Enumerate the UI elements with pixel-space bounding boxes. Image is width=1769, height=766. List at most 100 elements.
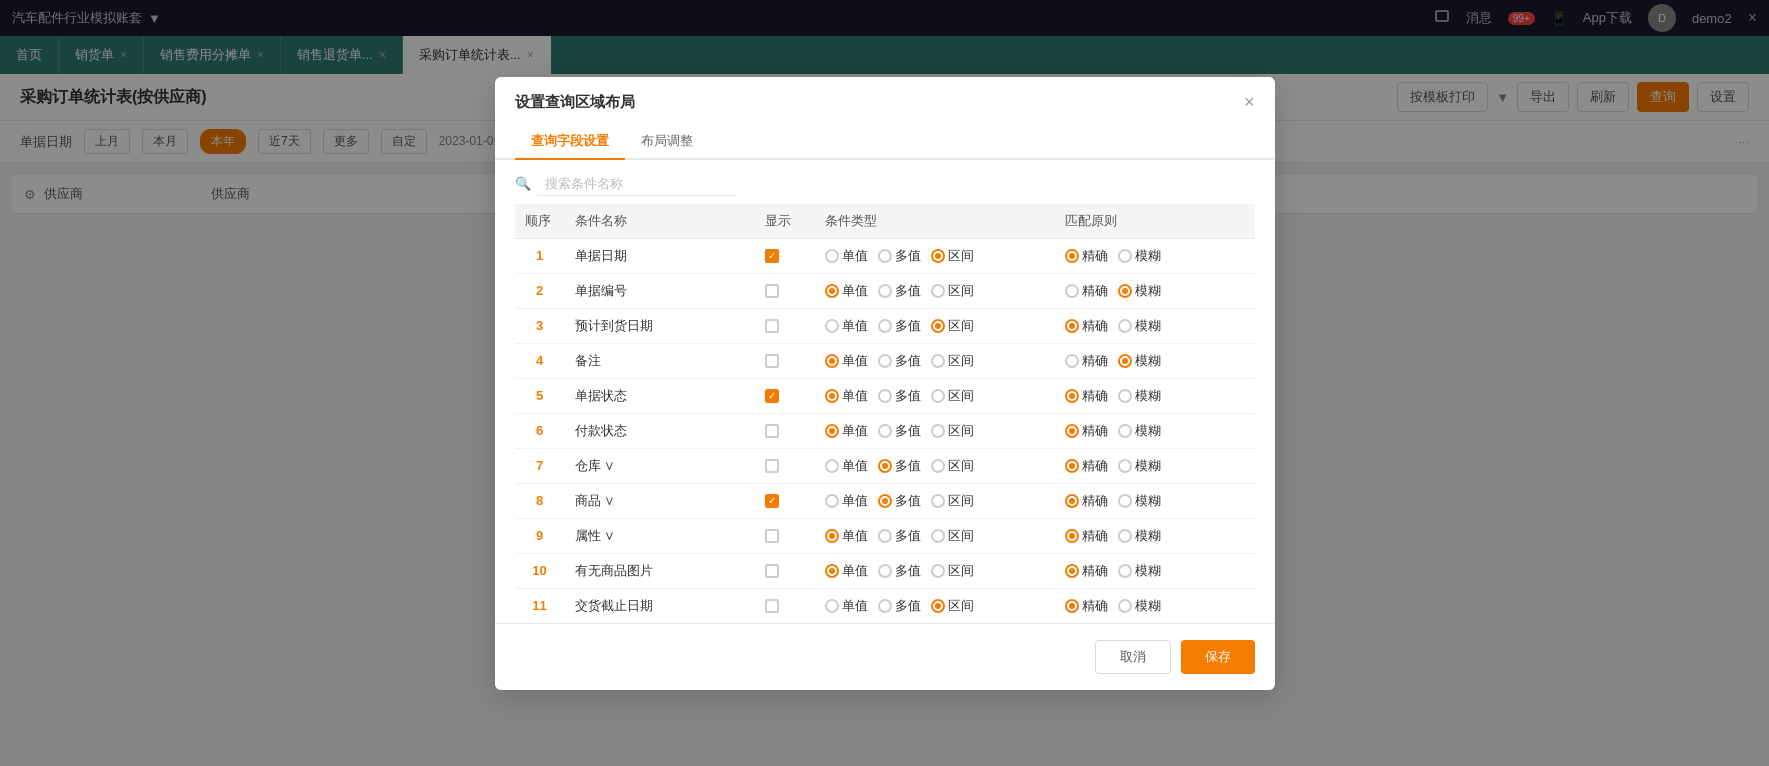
type-radio-区间[interactable]: 区间 — [931, 457, 974, 475]
radio-indicator — [825, 459, 839, 473]
radio-indicator — [931, 249, 945, 263]
row-display-cell — [755, 273, 815, 308]
modal-title: 设置查询区域布局 — [515, 93, 635, 112]
type-radio-多值[interactable]: 多值 — [878, 527, 921, 545]
row-condition-name: 属性 ∨ — [565, 518, 755, 553]
type-radio-区间[interactable]: 区间 — [931, 247, 974, 265]
type-radio-单值[interactable]: 单值 — [825, 387, 868, 405]
radio-indicator — [1118, 354, 1132, 368]
type-radio-多值[interactable]: 多值 — [878, 282, 921, 300]
modal-table: 顺序 条件名称 显示 条件类型 匹配原则 1单据日期单值多值区间精确模糊2单据编… — [515, 204, 1255, 564]
row-type-cell: 单值多值区间 — [815, 343, 1055, 378]
display-checkbox[interactable] — [765, 249, 779, 263]
display-checkbox[interactable] — [765, 284, 779, 298]
rule-radio-模糊[interactable]: 模糊 — [1118, 492, 1161, 510]
row-type-cell: 单值多值区间 — [815, 308, 1055, 343]
row-order: 5 — [515, 378, 565, 413]
row-condition-name: 付款状态 — [565, 413, 755, 448]
rule-radio-精确[interactable]: 精确 — [1065, 387, 1108, 405]
row-display-cell — [755, 378, 815, 413]
table-row: 5单据状态单值多值区间精确模糊 — [515, 378, 1255, 413]
type-radio-多值[interactable]: 多值 — [878, 247, 921, 265]
type-radio-多值[interactable]: 多值 — [878, 457, 921, 475]
row-order: 3 — [515, 308, 565, 343]
display-checkbox[interactable] — [765, 319, 779, 333]
type-radio-多值[interactable]: 多值 — [878, 422, 921, 440]
row-condition-name: 仓库 ∨ — [565, 448, 755, 483]
rule-radio-精确[interactable]: 精确 — [1065, 457, 1108, 475]
rule-radio-精确[interactable]: 精确 — [1065, 317, 1108, 335]
type-radio-区间[interactable]: 区间 — [931, 352, 974, 370]
radio-indicator — [931, 494, 945, 508]
rule-radio-模糊[interactable]: 模糊 — [1118, 317, 1161, 335]
type-radio-区间[interactable]: 区间 — [931, 527, 974, 545]
type-radio-多值[interactable]: 多值 — [878, 317, 921, 335]
modal-tab-query-fields[interactable]: 查询字段设置 — [515, 124, 625, 160]
display-checkbox[interactable] — [765, 424, 779, 438]
radio-indicator — [878, 494, 892, 508]
rule-radio-模糊[interactable]: 模糊 — [1118, 562, 1161, 564]
rule-radio-模糊[interactable]: 模糊 — [1118, 527, 1161, 545]
rule-radio-精确[interactable]: 精确 — [1065, 527, 1108, 545]
rule-radio-精确[interactable]: 精确 — [1065, 282, 1108, 300]
rule-radio-精确[interactable]: 精确 — [1065, 352, 1108, 370]
type-radio-多值[interactable]: 多值 — [878, 492, 921, 510]
table-row: 7仓库 ∨单值多值区间精确模糊 — [515, 448, 1255, 483]
row-display-cell — [755, 413, 815, 448]
rule-radio-模糊[interactable]: 模糊 — [1118, 387, 1161, 405]
modal-search-input[interactable] — [537, 172, 737, 196]
radio-indicator — [931, 284, 945, 298]
row-type-cell: 单值多值区间 — [815, 238, 1055, 273]
row-type-cell: 单值多值区间 — [815, 378, 1055, 413]
rule-radio-模糊[interactable]: 模糊 — [1118, 247, 1161, 265]
type-radio-单值[interactable]: 单值 — [825, 492, 868, 510]
type-radio-多值[interactable]: 多值 — [878, 387, 921, 405]
type-radio-区间[interactable]: 区间 — [931, 387, 974, 405]
type-radio-多值[interactable]: 多值 — [878, 352, 921, 370]
modal-search-icon: 🔍 — [515, 176, 531, 191]
modal-close-button[interactable]: × — [1244, 93, 1255, 111]
rule-radio-模糊[interactable]: 模糊 — [1118, 352, 1161, 370]
type-radio-多值[interactable]: 多值 — [878, 562, 921, 564]
row-display-cell — [755, 343, 815, 378]
type-radio-单值[interactable]: 单值 — [825, 457, 868, 475]
radio-indicator — [825, 319, 839, 333]
row-order: 1 — [515, 238, 565, 273]
type-radio-区间[interactable]: 区间 — [931, 317, 974, 335]
type-radio-区间[interactable]: 区间 — [931, 282, 974, 300]
row-order: 10 — [515, 553, 565, 563]
modal-tab-layout[interactable]: 布局调整 — [625, 124, 709, 160]
type-radio-单值[interactable]: 单值 — [825, 422, 868, 440]
radio-indicator — [825, 249, 839, 263]
display-checkbox[interactable] — [765, 529, 779, 543]
type-radio-区间[interactable]: 区间 — [931, 492, 974, 510]
radio-indicator — [1065, 424, 1079, 438]
row-rule-cell: 精确 模糊 — [1055, 553, 1255, 563]
radio-indicator — [931, 354, 945, 368]
row-type-cell: 单值多值区间 — [815, 413, 1055, 448]
radio-indicator — [1065, 284, 1079, 298]
table-row: 2单据编号单值多值区间精确模糊 — [515, 273, 1255, 308]
row-condition-name: 预计到货日期 — [565, 308, 755, 343]
rule-radio-精确[interactable]: 精确 — [1065, 562, 1108, 564]
type-radio-区间[interactable]: 区间 — [931, 562, 974, 564]
rule-radio-精确[interactable]: 精确 — [1065, 422, 1108, 440]
type-radio-单值[interactable]: 单值 — [825, 282, 868, 300]
display-checkbox[interactable] — [765, 354, 779, 368]
rule-radio-模糊[interactable]: 模糊 — [1118, 457, 1161, 475]
modal-overlay: 设置查询区域布局 × 查询字段设置 布局调整 🔍 顺序 条件名称 显示 条件类型 — [0, 0, 1769, 563]
rule-radio-模糊[interactable]: 模糊 — [1118, 422, 1161, 440]
display-checkbox[interactable] — [765, 494, 779, 508]
display-checkbox[interactable] — [765, 389, 779, 403]
type-radio-单值[interactable]: 单值 — [825, 527, 868, 545]
type-radio-区间[interactable]: 区间 — [931, 422, 974, 440]
type-radio-单值[interactable]: 单值 — [825, 247, 868, 265]
display-checkbox[interactable] — [765, 459, 779, 473]
rule-radio-模糊[interactable]: 模糊 — [1118, 282, 1161, 300]
type-radio-单值[interactable]: 单值 — [825, 562, 868, 564]
rule-radio-精确[interactable]: 精确 — [1065, 492, 1108, 510]
row-type-cell: 单值多值区间 — [815, 518, 1055, 553]
type-radio-单值[interactable]: 单值 — [825, 317, 868, 335]
rule-radio-精确[interactable]: 精确 — [1065, 247, 1108, 265]
type-radio-单值[interactable]: 单值 — [825, 352, 868, 370]
